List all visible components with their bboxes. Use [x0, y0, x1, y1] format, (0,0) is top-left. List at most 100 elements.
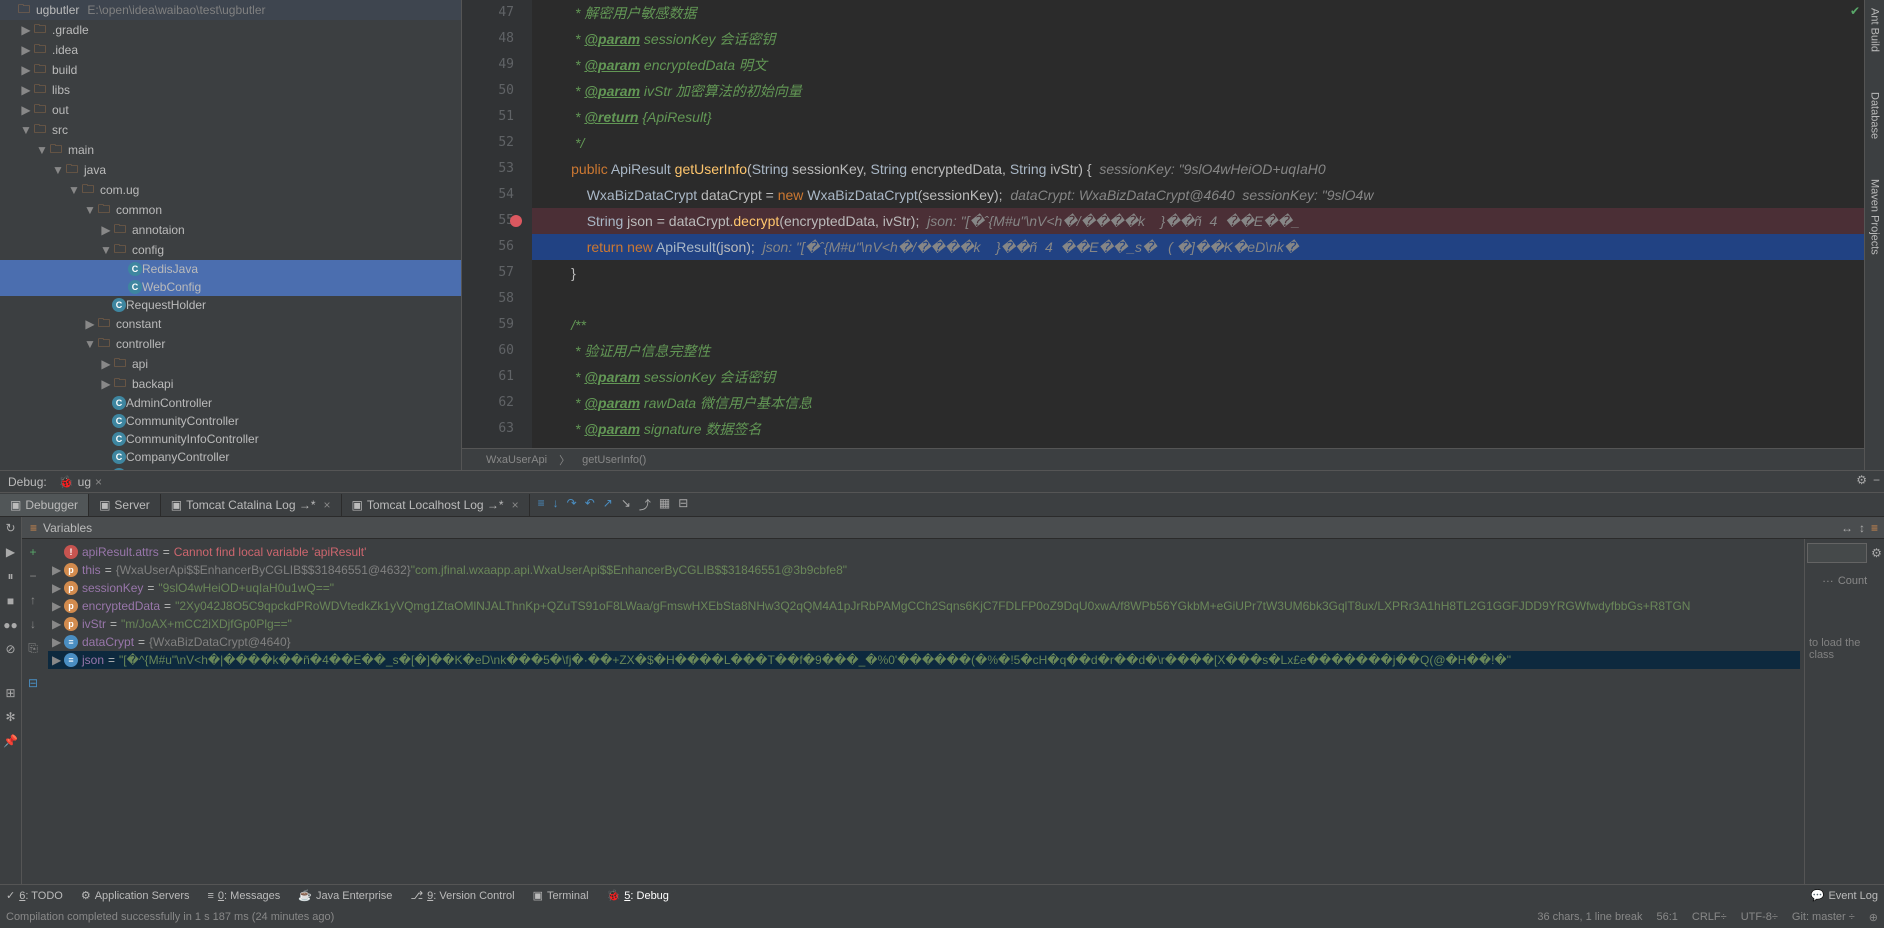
tree-arrow-icon[interactable]: ▼ — [68, 183, 80, 197]
gutter-line-56[interactable]: 56 — [462, 234, 514, 260]
code-line-61[interactable]: * @param sessionKey 会话密钥 — [532, 364, 1864, 390]
collapse-icon[interactable]: ↕ — [1859, 521, 1865, 535]
editor[interactable]: ✔ 474849505152535455565758596061626364 *… — [462, 0, 1864, 470]
status-item[interactable]: 36 chars, 1 line break — [1537, 911, 1642, 924]
tree-arrow-icon[interactable]: ▶ — [20, 43, 32, 57]
code-line-56[interactable]: return new ApiResult(json); json: "[�ˆ{M… — [532, 234, 1864, 260]
tree-arrow-icon[interactable]: ▼ — [36, 143, 48, 157]
tree-item-annotaion[interactable]: ▶🗀annotaion — [0, 220, 461, 240]
tree-arrow-icon[interactable]: ▶ — [20, 83, 32, 97]
gutter-line-62[interactable]: 62 — [462, 390, 514, 416]
var-row-ivStr[interactable]: ▶pivStr="m/JoAX+mCC2iXDjfGp0Plg==" — [48, 615, 1800, 633]
tree-arrow-icon[interactable]: ▼ — [84, 203, 96, 217]
gutter-line-49[interactable]: 49 — [462, 52, 514, 78]
tool-window--messages[interactable]: ≡0: Messages — [208, 890, 281, 902]
debug-step-icon-5[interactable]: ↘ — [621, 496, 631, 513]
tree-item-controller[interactable]: ▼🗀controller — [0, 334, 461, 354]
expand-icon[interactable]: ↔ — [1841, 521, 1853, 535]
gutter-line-48[interactable]: 48 — [462, 26, 514, 52]
tree-arrow-icon[interactable]: ▶ — [20, 63, 32, 77]
tree-arrow-icon[interactable]: ▶ — [100, 377, 112, 391]
tree-item-backapi[interactable]: ▶🗀backapi — [0, 374, 461, 394]
more-icon[interactable]: … — [1822, 571, 1834, 585]
tree-arrow-icon[interactable]: ▶ — [100, 357, 112, 371]
debug-tab-tomcat-localhost-log-[interactable]: ▣Tomcat Localhost Log →*× — [342, 494, 530, 516]
code-line-54[interactable]: WxaBizDataCrypt dataCrypt = new WxaBizDa… — [532, 182, 1864, 208]
gutter-line-64[interactable]: 64 — [462, 442, 514, 448]
gutter-line-52[interactable]: 52 — [462, 130, 514, 156]
mute-breakpoints-icon[interactable]: ⊘ — [5, 642, 15, 656]
debug-step-icon-3[interactable]: ↶ — [585, 496, 595, 513]
tree-arrow-icon[interactable]: ▶ — [100, 223, 112, 237]
debug-step-icon-0[interactable]: ≡ — [538, 496, 545, 513]
tree-item-RequestHolder[interactable]: CRequestHolder — [0, 296, 461, 314]
tree-item-.gradle[interactable]: ▶🗀.gradle — [0, 20, 461, 40]
debug-step-icon-7[interactable]: ▦ — [659, 496, 670, 513]
tree-arrow-icon[interactable]: ▼ — [52, 163, 64, 177]
code-line-51[interactable]: * @return {ApiResult} — [532, 104, 1864, 130]
var-row-json[interactable]: ▶≡json="[�^{M#u"\nV<h�|����k￴��ñ�4￴��E��… — [48, 651, 1800, 669]
gutter-line-60[interactable]: 60 — [462, 338, 514, 364]
gutter-line-57[interactable]: 57 — [462, 260, 514, 286]
code-line-53[interactable]: public ApiResult getUserInfo(String sess… — [532, 156, 1864, 182]
var-row-sessionKey[interactable]: ▶psessionKey="9slO4wHeiOD+uqIaH0u1wQ==" — [48, 579, 1800, 597]
gutter-line-54[interactable]: 54 — [462, 182, 514, 208]
tree-item-WebConfig[interactable]: CWebConfig — [0, 278, 461, 296]
close-icon[interactable]: × — [324, 498, 331, 512]
code-line-63[interactable]: * @param signature 数据签名 — [532, 416, 1864, 442]
debug-tab-server[interactable]: ▣Server — [89, 494, 161, 516]
breakpoint-icon[interactable] — [510, 215, 522, 227]
tree-item-java[interactable]: ▼🗀java — [0, 160, 461, 180]
tree-item-out[interactable]: ▶🗀out — [0, 100, 461, 120]
gutter-line-50[interactable]: 50 — [462, 78, 514, 104]
var-row-encryptedData[interactable]: ▶pencryptedData="2Xy042J8O5C9qpckdPRoWDV… — [48, 597, 1800, 615]
tree-item-AdminController[interactable]: CAdminController — [0, 394, 461, 412]
code-line-57[interactable]: } — [532, 260, 1864, 286]
pin-icon[interactable]: 📌 — [3, 734, 18, 748]
tree-arrow-icon[interactable]: ▼ — [20, 123, 32, 137]
layout-icon[interactable]: ⊞ — [5, 686, 15, 700]
tool-window-application-servers[interactable]: ⚙Application Servers — [81, 889, 190, 902]
tree-item-config[interactable]: ▼🗀config — [0, 240, 461, 260]
tool-window--todo[interactable]: ✓6: TODO — [6, 889, 63, 902]
debug-step-icon-2[interactable]: ↷ — [567, 496, 577, 513]
tree-item-build[interactable]: ▶🗀build — [0, 60, 461, 80]
code-line-58[interactable] — [532, 286, 1864, 312]
status-item[interactable]: CRLF÷ — [1692, 911, 1727, 924]
tree-arrow-icon[interactable]: ▶ — [84, 317, 96, 331]
var-arrow-icon[interactable]: ▶ — [52, 635, 64, 649]
debug-tab-debugger[interactable]: ▣Debugger — [0, 494, 89, 516]
show-watches-icon[interactable]: ⊟ — [28, 676, 38, 690]
tree-arrow-icon[interactable]: ▶ — [20, 103, 32, 117]
gutter-line-58[interactable]: 58 — [462, 286, 514, 312]
right-bar-database[interactable]: Database — [1869, 92, 1881, 139]
tree-item-com.ug[interactable]: ▼🗀com.ug — [0, 180, 461, 200]
tree-item-CompanyController[interactable]: CCompanyController — [0, 448, 461, 466]
settings-icon[interactable]: ✻ — [5, 710, 15, 724]
tree-arrow-icon[interactable]: ▶ — [20, 23, 32, 37]
project-tree[interactable]: 🗀ugbutlerE:\open\idea\waibao\test\ugbutl… — [0, 0, 462, 470]
debug-step-icon-1[interactable]: ↓ — [553, 496, 559, 513]
right-bar-ant-build[interactable]: Ant Build — [1869, 8, 1881, 52]
code-line-49[interactable]: * @param encryptedData 明文 — [532, 52, 1864, 78]
tree-item-src[interactable]: ▼🗀src — [0, 120, 461, 140]
var-row-dataCrypt[interactable]: ▶≡dataCrypt={WxaBizDataCrypt@4640} — [48, 633, 1800, 651]
var-arrow-icon[interactable]: ▶ — [52, 653, 64, 667]
settings-icon[interactable]: ⚙ — [1856, 473, 1867, 487]
code-line-62[interactable]: * @param rawData 微信用户基本信息 — [532, 390, 1864, 416]
tree-item-api[interactable]: ▶🗀api — [0, 354, 461, 374]
gutter-line-53[interactable]: 53 — [462, 156, 514, 182]
rerun-icon[interactable]: ↻ — [5, 521, 15, 535]
tool-window-terminal[interactable]: ▣Terminal — [533, 889, 589, 902]
code-line-59[interactable]: /** — [532, 312, 1864, 338]
var-arrow-icon[interactable]: ▶ — [52, 599, 64, 613]
up-icon[interactable]: ↑ — [30, 593, 36, 607]
code-line-48[interactable]: * @param sessionKey 会话密钥 — [532, 26, 1864, 52]
run-config-name[interactable]: ug — [78, 475, 91, 489]
copy-icon[interactable]: ⎘ — [28, 641, 38, 656]
code-line-55[interactable]: String json = dataCrypt.decrypt(encrypte… — [532, 208, 1864, 234]
tree-item-common[interactable]: ▼🗀common — [0, 200, 461, 220]
tree-item-RedisJava[interactable]: CRedisJava — [0, 260, 461, 278]
tree-item-.idea[interactable]: ▶🗀.idea — [0, 40, 461, 60]
remove-watch-icon[interactable]: − — [29, 569, 36, 583]
